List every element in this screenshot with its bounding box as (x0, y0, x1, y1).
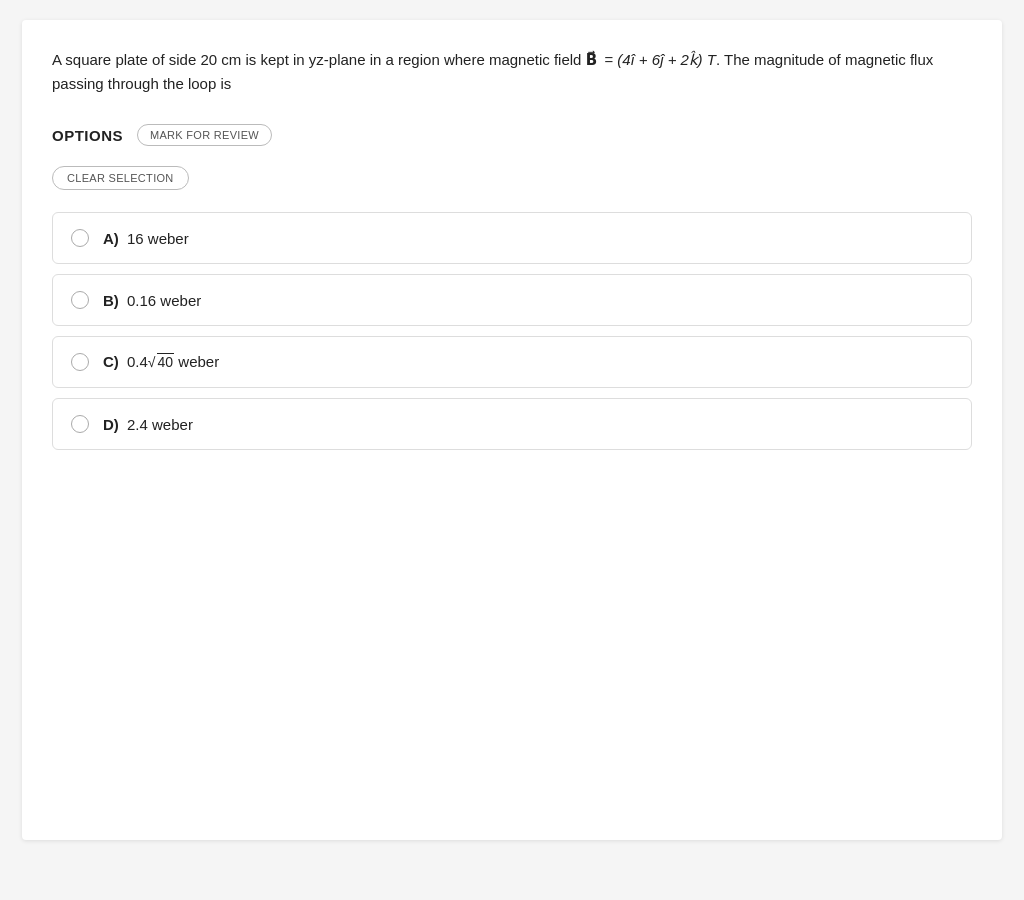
option-b[interactable]: B) 0.16 weber (52, 274, 972, 326)
field-label: B⃗ (586, 51, 597, 68)
options-header: OPTIONS MARK FOR REVIEW (52, 124, 972, 146)
option-c-label: C) 0.4√40 weber (103, 353, 219, 371)
option-a-label: A) 16 weber (103, 230, 189, 247)
field-formula: = (4î + 6ĵ + 2k̂) T (600, 51, 716, 68)
radio-d[interactable] (71, 415, 89, 433)
field-symbol: B⃗ (586, 48, 597, 72)
sqrt-wrapper: √40 (148, 353, 174, 371)
radio-c[interactable] (71, 353, 89, 371)
clear-selection-button[interactable]: CLEAR SELECTION (52, 166, 189, 190)
option-d[interactable]: D) 2.4 weber (52, 398, 972, 450)
question-part1: A square plate of side 20 cm is kept in … (52, 51, 586, 68)
option-b-label: B) 0.16 weber (103, 292, 201, 309)
option-a[interactable]: A) 16 weber (52, 212, 972, 264)
options-title: OPTIONS (52, 127, 123, 144)
mark-for-review-button[interactable]: MARK FOR REVIEW (137, 124, 272, 146)
option-d-label: D) 2.4 weber (103, 416, 193, 433)
option-c[interactable]: C) 0.4√40 weber (52, 336, 972, 388)
options-list: A) 16 weber B) 0.16 weber C) 0.4√40 webe… (52, 212, 972, 450)
radio-a[interactable] (71, 229, 89, 247)
main-card: A square plate of side 20 cm is kept in … (22, 20, 1002, 840)
question-text: A square plate of side 20 cm is kept in … (52, 48, 972, 96)
radio-b[interactable] (71, 291, 89, 309)
